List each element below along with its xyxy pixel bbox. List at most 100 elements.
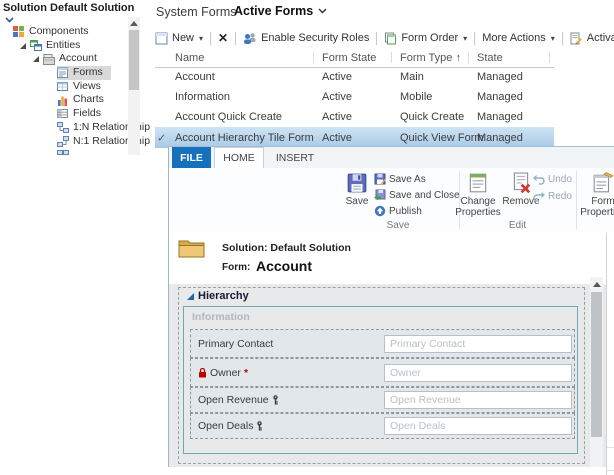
sidebar-scrollbar[interactable] bbox=[128, 17, 140, 155]
activate-icon bbox=[570, 32, 582, 44]
dropdown-arrow-icon: ▾ bbox=[199, 33, 204, 43]
field-row-primary-contact[interactable]: Primary Contact bbox=[190, 329, 575, 358]
tree-selection-highlight: Forms bbox=[57, 66, 111, 80]
dropdown-arrow-icon: ▾ bbox=[550, 33, 555, 43]
remove-icon bbox=[510, 172, 532, 194]
dropdown-arrow-icon: ▾ bbox=[463, 33, 468, 43]
folder-icon bbox=[178, 237, 205, 258]
open-revenue-field[interactable] bbox=[384, 391, 572, 409]
publish-button[interactable]: Publish bbox=[374, 205, 422, 217]
forms-icon bbox=[57, 67, 69, 79]
form-designer-canvas: Hierarchy Information Primary Contact Ow… bbox=[169, 277, 606, 467]
collapse-chevron-icon[interactable] bbox=[5, 17, 14, 23]
change-properties-icon bbox=[467, 172, 489, 194]
publish-icon bbox=[374, 205, 386, 217]
grid-header-row: Name Form State Form Type ↑ State bbox=[155, 48, 554, 68]
tree-expander-icon[interactable] bbox=[20, 42, 26, 49]
solution-label: Solution: Default Solution bbox=[222, 242, 351, 254]
save-and-close-icon bbox=[374, 189, 386, 201]
save-and-close-button[interactable]: Save and Close bbox=[374, 189, 460, 201]
save-icon bbox=[346, 172, 368, 194]
solution-title: Solution Default Solution bbox=[3, 2, 135, 14]
form-label: Form: bbox=[222, 262, 251, 273]
many-to-one-relationship-icon bbox=[57, 135, 69, 147]
scroll-up-icon[interactable] bbox=[592, 282, 601, 287]
tab-file[interactable]: FILE bbox=[172, 147, 211, 168]
row-check-icon: ✓ bbox=[157, 132, 167, 144]
scroll-up-icon[interactable] bbox=[130, 21, 138, 26]
field-row-open-revenue[interactable]: Open Revenue bbox=[190, 387, 575, 413]
chevron-down-icon bbox=[318, 8, 327, 14]
tab-insert[interactable]: INSERT bbox=[268, 147, 322, 168]
page-title: System Forms bbox=[156, 5, 237, 19]
section-expanded-icon bbox=[187, 292, 194, 300]
form-order-icon bbox=[385, 32, 397, 44]
system-forms-grid: System Forms Active Forms New ▾ ✕ Enable… bbox=[155, 0, 614, 148]
table-row[interactable]: Information Active Mobile Managed bbox=[155, 87, 554, 107]
security-roles-icon bbox=[244, 32, 256, 44]
form-properties-button[interactable]: Form Properties bbox=[579, 170, 614, 220]
canvas-scrollbar[interactable] bbox=[590, 277, 603, 467]
ribbon: Save Save As Save and Close Publish Save… bbox=[169, 168, 614, 234]
table-row[interactable]: Account Quick Create Active Quick Create… bbox=[155, 107, 554, 127]
primary-contact-field[interactable] bbox=[384, 334, 572, 353]
form-properties-icon bbox=[592, 172, 614, 194]
save-as-button[interactable]: Save As bbox=[374, 173, 426, 185]
information-group-box[interactable]: Information Primary Contact Owner * Open… bbox=[183, 306, 578, 454]
save-button[interactable]: Save bbox=[341, 170, 373, 220]
rollup-field-icon bbox=[272, 395, 279, 405]
entities-icon bbox=[30, 40, 42, 52]
activate-button[interactable]: Activate bbox=[570, 32, 614, 45]
redo-button[interactable]: Redo bbox=[533, 191, 572, 202]
form-order-button[interactable]: Form Order ▾ bbox=[384, 32, 467, 45]
grid-toolbar: New ▾ ✕ Enable Security Roles Form Order… bbox=[155, 28, 614, 48]
ribbon-group-label-save: Save bbox=[386, 220, 410, 231]
field-row-owner[interactable]: Owner * bbox=[190, 358, 575, 387]
solution-explorer-sidebar: Solution Default Solution Components Ent… bbox=[0, 0, 150, 157]
form-name: Account bbox=[256, 258, 312, 274]
sort-ascending-icon: ↑ bbox=[455, 51, 461, 64]
column-header-state[interactable]: State bbox=[477, 52, 503, 64]
new-form-icon bbox=[155, 32, 168, 44]
view-selector[interactable]: Active Forms bbox=[234, 4, 327, 18]
ribbon-tab-bar: FILE HOME INSERT bbox=[169, 147, 614, 168]
ribbon-group-label-edit: Edit bbox=[508, 220, 527, 231]
owner-field[interactable] bbox=[384, 363, 572, 382]
scrollbar-thumb[interactable] bbox=[129, 30, 139, 90]
column-header-form-state[interactable]: Form State bbox=[322, 52, 376, 64]
table-row-selected[interactable]: ✓ Account Hierarchy Tile Form Active Qui… bbox=[155, 127, 554, 148]
views-icon bbox=[57, 81, 69, 92]
many-to-many-relationship-icon bbox=[57, 149, 69, 157]
group-title: Information bbox=[192, 311, 250, 323]
change-properties-button[interactable]: Change Properties bbox=[455, 170, 501, 220]
column-header-form-type[interactable]: Form Type ↑ bbox=[400, 52, 461, 64]
right-edge-panel bbox=[606, 233, 614, 475]
enable-security-roles-button[interactable]: Enable Security Roles bbox=[243, 32, 369, 45]
save-as-icon bbox=[374, 173, 386, 185]
account-entity-icon bbox=[43, 53, 55, 65]
undo-icon bbox=[533, 174, 545, 185]
column-header-name[interactable]: Name bbox=[175, 52, 204, 64]
more-actions-button[interactable]: More Actions ▾ bbox=[482, 32, 555, 44]
new-button[interactable]: New ▾ bbox=[155, 32, 203, 45]
charts-icon bbox=[57, 95, 69, 106]
delete-button[interactable]: ✕ bbox=[218, 31, 228, 45]
tree-expander-icon[interactable] bbox=[33, 56, 39, 63]
scrollbar-thumb[interactable] bbox=[591, 292, 602, 437]
required-asterisk: * bbox=[243, 366, 249, 379]
undo-button[interactable]: Undo bbox=[533, 174, 572, 185]
fields-icon bbox=[57, 108, 69, 119]
one-to-many-relationship-icon bbox=[57, 122, 69, 134]
section-header-hierarchy[interactable]: Hierarchy bbox=[187, 290, 249, 302]
field-row-open-deals[interactable]: Open Deals bbox=[190, 413, 575, 439]
editor-header: Solution: Default Solution Form: Account bbox=[169, 233, 606, 284]
ribbon-group-label-form: Form bbox=[578, 220, 614, 231]
components-icon bbox=[13, 26, 25, 38]
rollup-field-icon bbox=[256, 421, 263, 431]
tab-home[interactable]: HOME bbox=[214, 147, 264, 168]
lock-icon bbox=[198, 367, 207, 378]
table-row[interactable]: Account Active Main Managed bbox=[155, 67, 554, 87]
close-icon: ✕ bbox=[218, 31, 229, 45]
open-deals-field[interactable] bbox=[384, 417, 572, 435]
redo-icon bbox=[533, 191, 545, 202]
